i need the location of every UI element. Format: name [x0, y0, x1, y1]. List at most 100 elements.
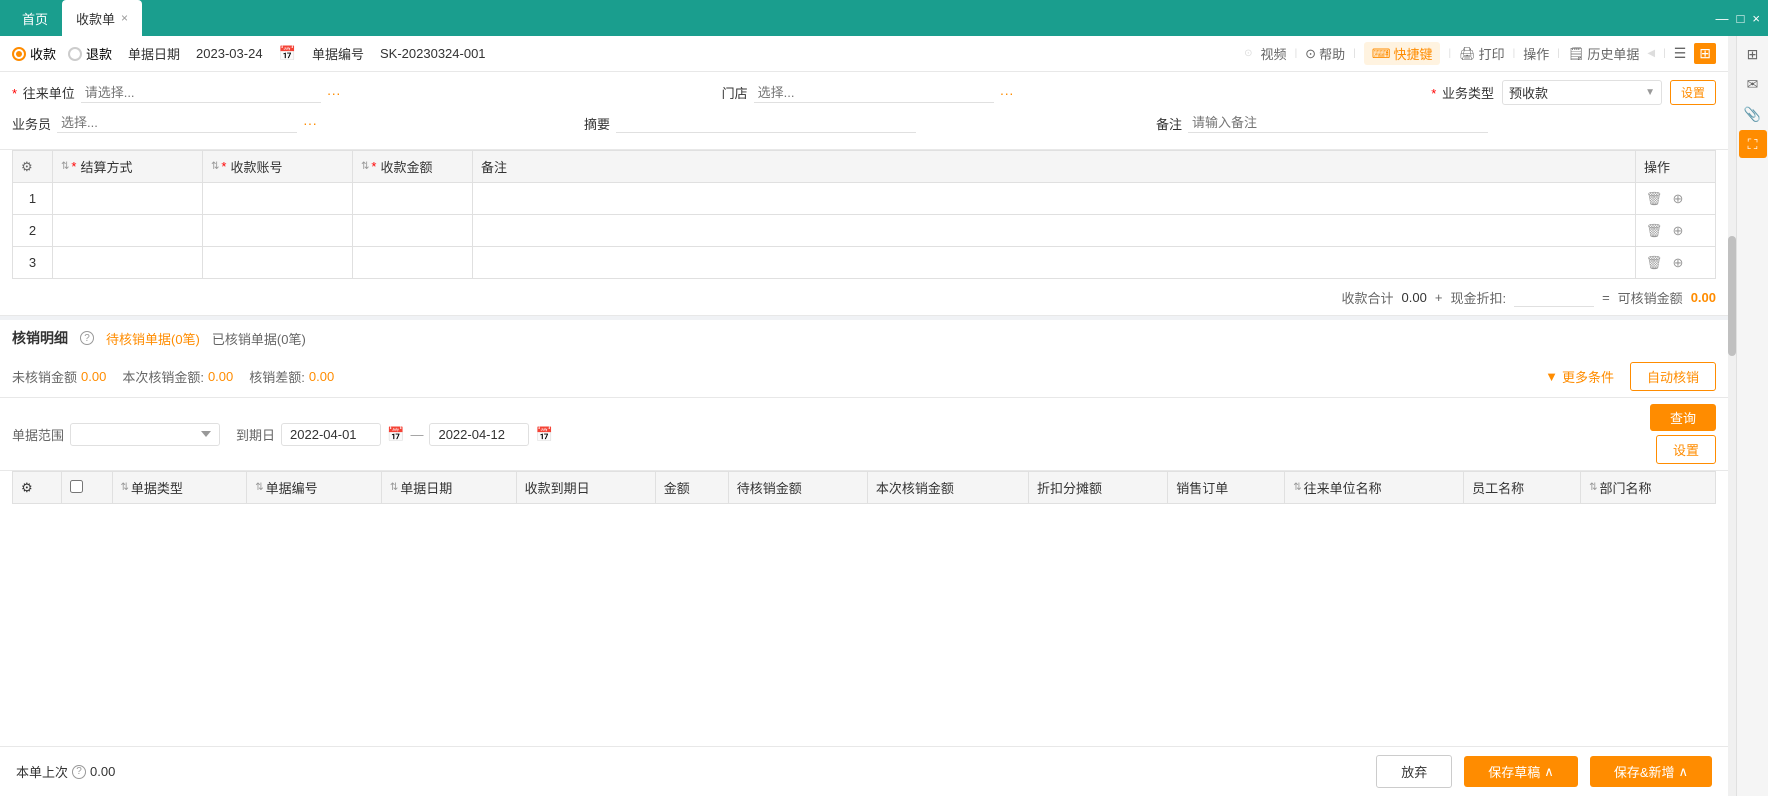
tab-receipt[interactable]: 收款单 ×: [62, 0, 142, 36]
action-operation[interactable]: 操作: [1523, 44, 1549, 63]
th-amount: 金额: [655, 472, 728, 504]
partner-dots-btn[interactable]: ···: [327, 85, 341, 101]
row-account-3[interactable]: [203, 247, 353, 279]
th-current-amount: 本次核销金额: [867, 472, 1028, 504]
range-select[interactable]: [70, 423, 220, 446]
save-new-btn[interactable]: 保存&新增 ∧: [1590, 756, 1712, 787]
row-delete-1[interactable]: 🗑: [1644, 189, 1664, 209]
receipt-type-radio: 收款 退款: [12, 44, 112, 63]
row-account-1[interactable]: [203, 183, 353, 215]
th-gear[interactable]: ⚙: [13, 151, 53, 183]
tab-home[interactable]: 首页: [8, 0, 62, 36]
row-remark-3[interactable]: [473, 247, 1636, 279]
row-amount-3[interactable]: [353, 247, 473, 279]
row-settle-2[interactable]: [53, 215, 203, 247]
number-label: 单据编号: [312, 44, 364, 63]
store-dots-btn[interactable]: ···: [1000, 85, 1014, 101]
row-copy-3[interactable]: ⊕: [1668, 253, 1688, 273]
auto-cancel-btn[interactable]: 自动核销: [1630, 362, 1716, 391]
scrollbar[interactable]: [1728, 36, 1736, 796]
query-btn[interactable]: 查询: [1650, 404, 1716, 431]
maximize-icon[interactable]: □: [1737, 11, 1745, 26]
draft-arrow-icon[interactable]: ∧: [1544, 764, 1554, 780]
row-copy-2[interactable]: ⊕: [1668, 221, 1688, 241]
search-row: 单据范围 到期日 📅 — 📅 查询 设置: [0, 397, 1728, 471]
due-label: 到期日: [236, 425, 275, 444]
row-remark-2[interactable]: [473, 215, 1636, 247]
biz-type-chevron-icon: ▼: [1645, 87, 1655, 98]
search-settings-btn[interactable]: 设置: [1656, 435, 1716, 464]
tab-close-icon[interactable]: ×: [121, 11, 128, 25]
right-panel: ⊞ ✉ 📎 ⛶: [1736, 36, 1768, 796]
remark-field: 备注: [1156, 113, 1716, 133]
radio-refund[interactable]: 退款: [68, 44, 112, 63]
partner-field: * 往来单位 ···: [12, 83, 710, 103]
row-delete-3[interactable]: 🗑: [1644, 253, 1664, 273]
verification-info-icon[interactable]: ?: [80, 331, 94, 345]
grid-icon[interactable]: ⊞: [1694, 43, 1716, 64]
more-conditions-btn[interactable]: ▼ 更多条件: [1545, 367, 1614, 386]
remark-input[interactable]: [1188, 113, 1488, 133]
abandon-btn[interactable]: 放弃: [1376, 755, 1452, 788]
radio-refund-dot: [68, 47, 82, 61]
layout-icon[interactable]: ☰: [1674, 45, 1687, 62]
footer-info-icon[interactable]: ?: [72, 765, 86, 779]
action-shortcut[interactable]: ⌨ 快捷键: [1364, 42, 1441, 65]
action-help[interactable]: ⊙ 帮助: [1305, 44, 1345, 63]
biz-type-field: * 业务类型 预收款 ▼ 设置: [1431, 80, 1716, 105]
th-doc-date: ⇅单据日期: [381, 472, 516, 504]
select-all-checkbox[interactable]: [70, 480, 83, 493]
tab-bar: 首页 收款单 × — □ ×: [0, 0, 1768, 36]
row-amount-1[interactable]: [353, 183, 473, 215]
scrollbar-thumb[interactable]: [1728, 236, 1736, 356]
footer-info: 本单上次 ? 0.00: [16, 762, 115, 781]
store-label: 门店: [722, 83, 748, 102]
row-delete-2[interactable]: 🗑: [1644, 221, 1664, 241]
draft-btn[interactable]: 保存草稿 ∧: [1464, 756, 1578, 787]
summary-label: 摘要: [584, 114, 610, 133]
date-from-input[interactable]: [281, 423, 381, 446]
close-window-icon[interactable]: ×: [1752, 11, 1760, 26]
row-settle-3[interactable]: [53, 247, 203, 279]
biz-type-select[interactable]: 预收款 ▼: [1502, 80, 1662, 105]
table-row: 2 🗑 ⊕: [13, 215, 1716, 247]
date-from-calendar-icon[interactable]: 📅: [387, 426, 404, 443]
right-table-icon[interactable]: ⊞: [1739, 40, 1767, 68]
row-num-1: 1: [13, 183, 53, 215]
row-account-2[interactable]: [203, 215, 353, 247]
discount-label: 现金折扣:: [1450, 288, 1506, 307]
done-tab[interactable]: 已核销单据(0笔): [212, 329, 306, 348]
partner-input[interactable]: [81, 83, 321, 103]
date-calendar-icon[interactable]: 📅: [279, 45, 296, 62]
date-to-input[interactable]: [429, 423, 529, 446]
th-checkbox[interactable]: [61, 472, 112, 504]
row-settle-1[interactable]: [53, 183, 203, 215]
row-amount-2[interactable]: [353, 215, 473, 247]
current-amount: 本次核销金额: 0.00: [122, 367, 233, 386]
action-history[interactable]: 🗒 历史单据: [1568, 44, 1640, 63]
radio-receipt[interactable]: 收款: [12, 44, 56, 63]
form-settings-btn[interactable]: 设置: [1670, 80, 1716, 105]
action-print[interactable]: 🖨 打印: [1459, 44, 1505, 63]
summary-input[interactable]: [616, 113, 916, 133]
discount-input[interactable]: [1514, 287, 1594, 307]
net-value: 0.00: [1691, 290, 1716, 305]
right-expand-icon[interactable]: ⛶: [1739, 130, 1767, 158]
action-video[interactable]: 视频: [1261, 44, 1287, 63]
range-field: 单据范围: [12, 423, 220, 446]
minimize-icon[interactable]: —: [1716, 11, 1729, 26]
receipt-table-container: ⚙ ⇅ * 结算方式 ⇅ * 收款账号: [0, 150, 1728, 279]
store-input[interactable]: [754, 83, 994, 103]
footer: 本单上次 ? 0.00 放弃 保存草稿 ∧ 保存&新增 ∧: [0, 746, 1728, 796]
staff-input[interactable]: [57, 113, 297, 133]
pending-tab[interactable]: 待核销单据(0笔): [106, 329, 200, 348]
th-bottom-gear[interactable]: ⚙: [13, 472, 62, 504]
save-new-arrow-icon[interactable]: ∧: [1678, 764, 1688, 780]
row-copy-1[interactable]: ⊕: [1668, 189, 1688, 209]
row-remark-1[interactable]: [473, 183, 1636, 215]
net-label: 可核销金额: [1618, 288, 1683, 307]
right-mail-icon[interactable]: ✉: [1739, 70, 1767, 98]
date-to-calendar-icon[interactable]: 📅: [535, 426, 552, 443]
right-clip-icon[interactable]: 📎: [1739, 100, 1767, 128]
staff-dots-btn[interactable]: ···: [303, 115, 317, 131]
